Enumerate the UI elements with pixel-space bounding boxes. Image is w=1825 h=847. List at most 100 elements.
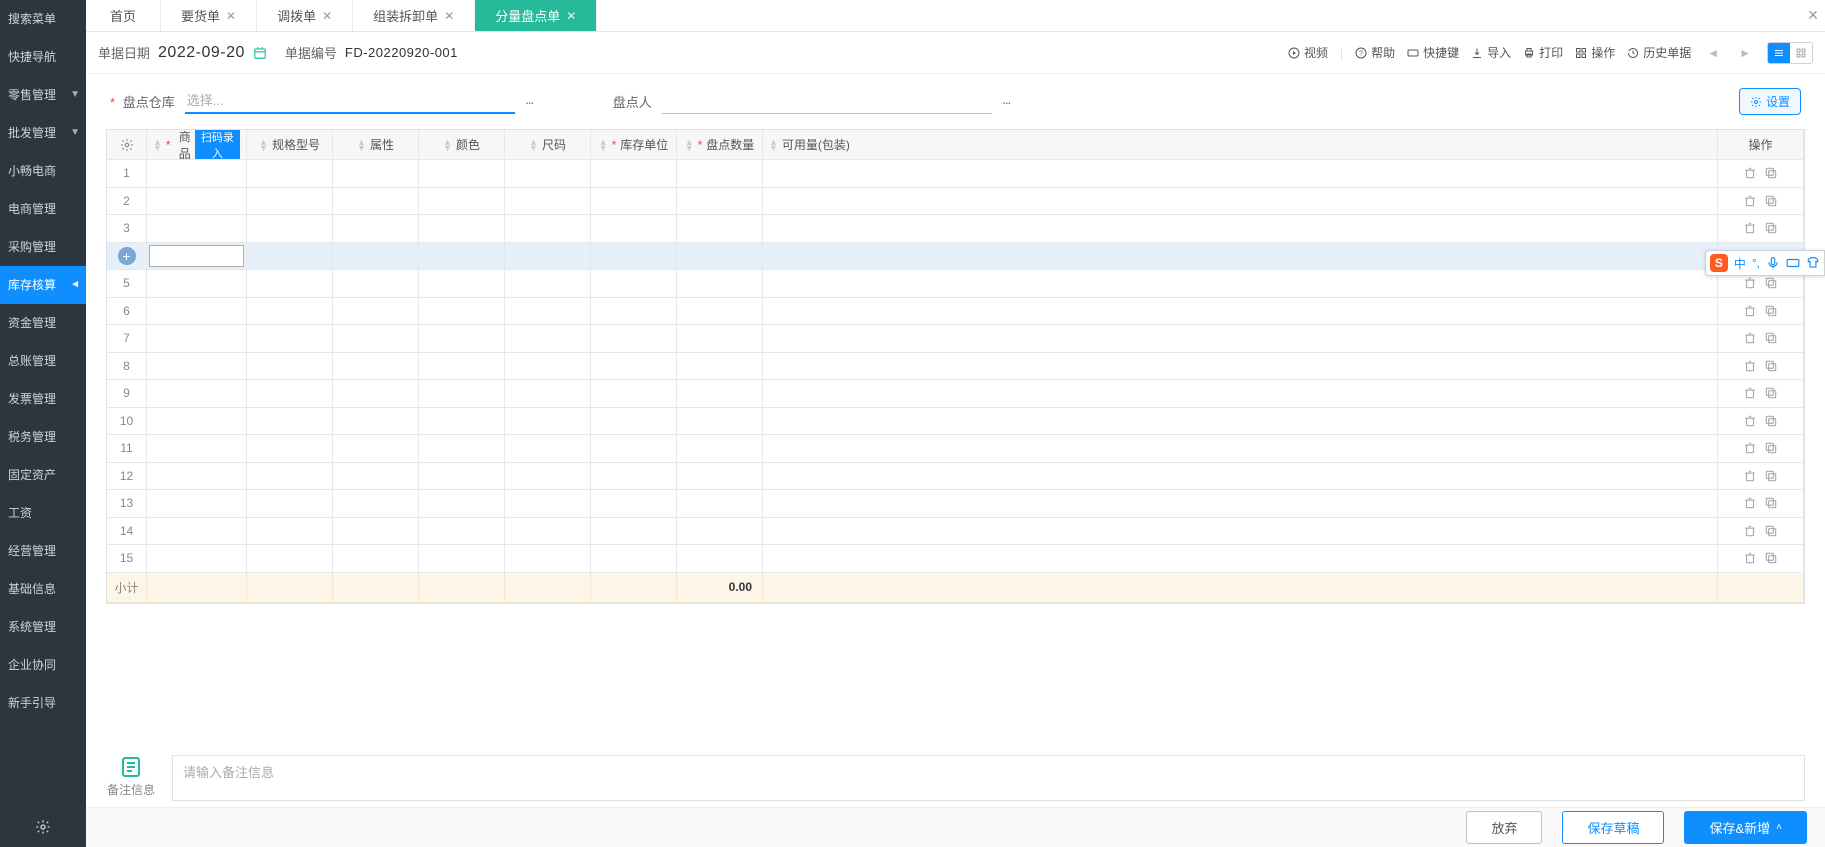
cell-product[interactable]	[147, 160, 247, 188]
table-row[interactable]: 1	[107, 160, 1804, 188]
sidebar-item[interactable]: 采购管理	[0, 228, 86, 266]
tab[interactable]: 要货单✕	[161, 0, 257, 31]
delete-icon[interactable]	[1743, 359, 1757, 373]
cell[interactable]	[591, 380, 677, 408]
delete-icon[interactable]	[1743, 469, 1757, 483]
close-icon[interactable]: ✕	[322, 9, 332, 23]
delete-icon[interactable]	[1743, 194, 1757, 208]
cell[interactable]	[419, 325, 505, 353]
scan-badge[interactable]: 扫码录入	[195, 130, 240, 160]
col-attr[interactable]: ▲▼属性	[333, 130, 419, 160]
cell[interactable]	[247, 188, 333, 216]
save-new-button[interactable]: 保存&新增˄	[1684, 811, 1807, 844]
cell[interactable]	[333, 518, 419, 546]
cell[interactable]	[247, 518, 333, 546]
cell[interactable]	[247, 545, 333, 573]
cell[interactable]	[505, 325, 591, 353]
cell[interactable]	[247, 215, 333, 243]
cell[interactable]	[247, 353, 333, 381]
help-button[interactable]: ? 帮助	[1355, 44, 1395, 61]
delete-icon[interactable]	[1743, 276, 1757, 290]
col-unit[interactable]: ▲▼*库存单位	[591, 130, 677, 160]
table-row[interactable]: 5	[107, 270, 1804, 298]
cell[interactable]	[333, 408, 419, 436]
cell[interactable]	[591, 270, 677, 298]
cell[interactable]	[419, 408, 505, 436]
delete-icon[interactable]	[1743, 414, 1757, 428]
cell[interactable]	[505, 490, 591, 518]
delete-icon[interactable]	[1743, 386, 1757, 400]
table-row[interactable]: 6	[107, 298, 1804, 326]
cell[interactable]	[677, 325, 763, 353]
cell[interactable]	[591, 463, 677, 491]
cell[interactable]	[505, 270, 591, 298]
copy-icon[interactable]	[1764, 166, 1778, 180]
cell[interactable]	[333, 490, 419, 518]
cell[interactable]	[505, 380, 591, 408]
cell[interactable]	[763, 270, 1718, 298]
cell[interactable]	[505, 298, 591, 326]
cell[interactable]	[591, 545, 677, 573]
sidebar-item[interactable]: 工资	[0, 494, 86, 532]
cell[interactable]	[677, 215, 763, 243]
calendar-icon[interactable]	[253, 46, 267, 60]
cell[interactable]	[763, 490, 1718, 518]
cell[interactable]	[677, 435, 763, 463]
keyboard-icon[interactable]	[1786, 256, 1800, 270]
cell[interactable]	[247, 270, 333, 298]
cell[interactable]	[763, 188, 1718, 216]
delete-icon[interactable]	[1743, 304, 1757, 318]
cell[interactable]	[763, 463, 1718, 491]
table-row[interactable]: 12	[107, 463, 1804, 491]
tab[interactable]: 分量盘点单✕	[475, 0, 597, 31]
cell[interactable]	[333, 353, 419, 381]
cell[interactable]	[505, 435, 591, 463]
cell[interactable]	[247, 435, 333, 463]
table-row[interactable]: 7	[107, 325, 1804, 353]
cell-product[interactable]	[147, 490, 247, 518]
sidebar-item[interactable]: 企业协同	[0, 646, 86, 684]
close-icon[interactable]: ✕	[226, 9, 236, 23]
cell-product[interactable]	[147, 353, 247, 381]
save-draft-button[interactable]: 保存草稿	[1562, 811, 1664, 844]
copy-icon[interactable]	[1764, 414, 1778, 428]
cell[interactable]	[333, 545, 419, 573]
cell[interactable]	[505, 160, 591, 188]
sidebar-settings[interactable]	[0, 815, 86, 847]
cell-product[interactable]	[147, 545, 247, 573]
cell[interactable]	[677, 380, 763, 408]
cell[interactable]	[419, 490, 505, 518]
sidebar-item[interactable]: 新手引导	[0, 684, 86, 722]
cell[interactable]	[763, 435, 1718, 463]
cell[interactable]	[591, 518, 677, 546]
cell[interactable]	[247, 463, 333, 491]
cell[interactable]	[677, 518, 763, 546]
table-row[interactable]: 10	[107, 408, 1804, 436]
cell[interactable]	[763, 380, 1718, 408]
copy-icon[interactable]	[1764, 276, 1778, 290]
table-row[interactable]: 13	[107, 490, 1804, 518]
cell[interactable]	[333, 270, 419, 298]
cell[interactable]	[677, 353, 763, 381]
skin-icon[interactable]	[1806, 256, 1820, 270]
cell[interactable]	[333, 325, 419, 353]
cell[interactable]	[591, 353, 677, 381]
cell[interactable]	[677, 545, 763, 573]
print-button[interactable]: 打印	[1523, 44, 1563, 61]
cell[interactable]	[419, 160, 505, 188]
sidebar-item[interactable]: 库存核算◄	[0, 266, 86, 304]
delete-icon[interactable]	[1743, 166, 1757, 180]
cell-product[interactable]	[147, 325, 247, 353]
cell[interactable]	[419, 518, 505, 546]
copy-icon[interactable]	[1764, 496, 1778, 510]
cell[interactable]	[505, 545, 591, 573]
copy-icon[interactable]	[1764, 469, 1778, 483]
col-spec[interactable]: ▲▼规格型号	[247, 130, 333, 160]
cell-product[interactable]	[147, 188, 247, 216]
cell[interactable]	[677, 298, 763, 326]
cell[interactable]	[763, 243, 1718, 271]
cell[interactable]	[677, 243, 763, 271]
copy-icon[interactable]	[1764, 221, 1778, 235]
copy-icon[interactable]	[1764, 524, 1778, 538]
close-icon[interactable]: ✕	[566, 9, 576, 23]
